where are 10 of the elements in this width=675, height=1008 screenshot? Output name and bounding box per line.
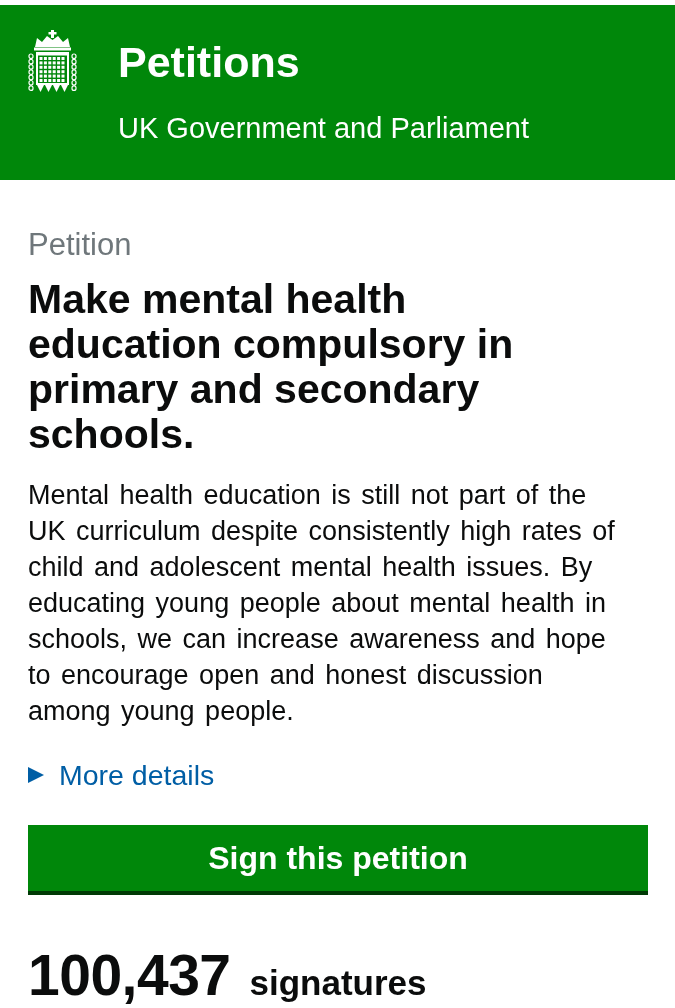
site-subtitle: UK Government and Parliament <box>118 111 530 145</box>
petition-label: Petition <box>28 226 133 264</box>
more-details-link[interactable]: More details <box>59 758 215 792</box>
signature-count: 100,437 <box>28 945 231 1005</box>
site-title: Petitions <box>118 38 301 86</box>
petition-description: Mental health education is still not part of the UK curriculum despite consistently high rates of child and adolescent mental health issues. By educating young people about mental health in schools, we can increase awareness and hope to encourage open and honest discussion among young people. <box>28 479 616 728</box>
signatures-label: signatures <box>249 963 427 1003</box>
portcullis-logo-icon <box>27 30 78 92</box>
triangle-icon[interactable] <box>28 767 44 783</box>
petition-title: Make mental health education compulsory in primary and secondary schools. <box>28 277 515 457</box>
